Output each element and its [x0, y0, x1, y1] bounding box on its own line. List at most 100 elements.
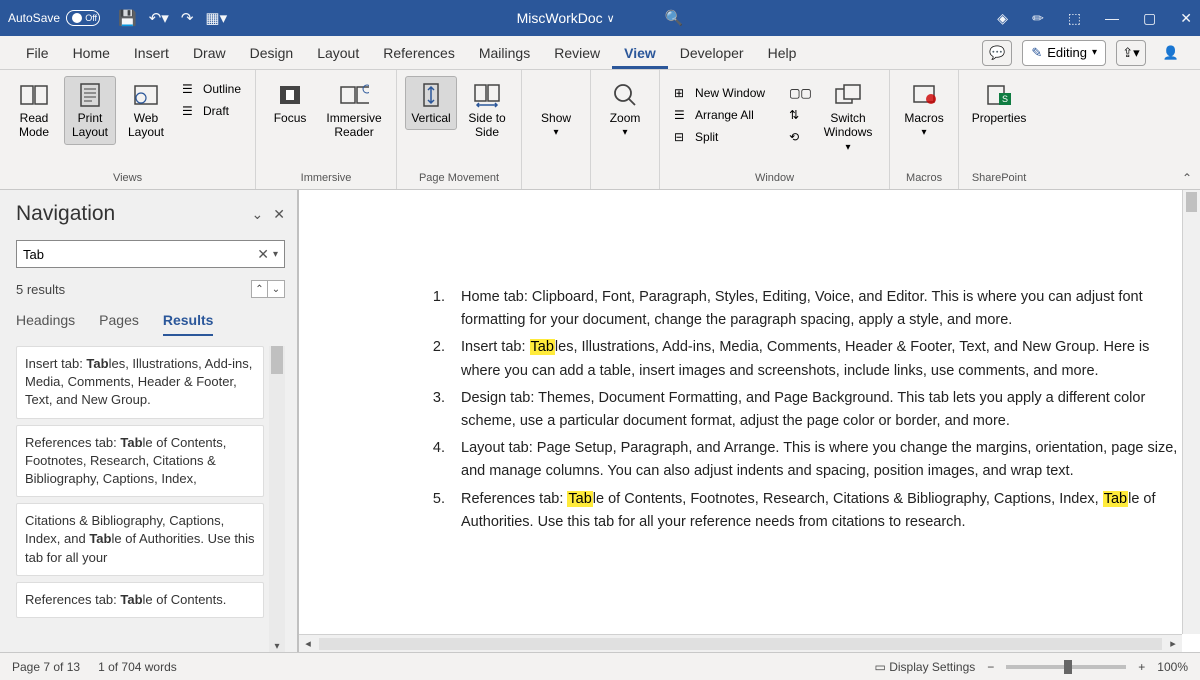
clear-search-icon[interactable]: ✕ [253, 246, 273, 263]
zoom-button[interactable]: Zoom▾ [599, 76, 651, 144]
book-icon [19, 81, 49, 109]
horizontal-scrollbar[interactable]: ◂▸ [299, 634, 1182, 652]
list-item[interactable]: Insert tab: Tables, Illustrations, Add-i… [16, 346, 264, 419]
macros-icon [909, 81, 939, 109]
document-title[interactable]: MiscWorkDoc ∨ [517, 10, 615, 26]
maximize-icon[interactable]: ▢ [1143, 10, 1156, 27]
save-icon[interactable]: 💾 [118, 9, 137, 27]
group-zoom: Zoom▾ [591, 70, 660, 189]
nav-title: Navigation⌄✕ [16, 202, 285, 226]
draft-button[interactable]: ☰Draft [178, 102, 245, 120]
word-count[interactable]: 1 of 704 words [98, 660, 177, 674]
tab-file[interactable]: File [14, 36, 61, 69]
show-button[interactable]: Show▾ [530, 76, 582, 144]
page-icon [75, 81, 105, 109]
tab-view[interactable]: View [612, 36, 668, 69]
diamond-icon[interactable]: ◈ [997, 10, 1008, 27]
display-settings-button[interactable]: ▭ Display Settings [875, 660, 976, 674]
close-icon[interactable]: ✕ [1180, 10, 1192, 27]
redo-icon[interactable]: ↷ [181, 9, 194, 27]
group-immersive: Focus Immersive Reader Immersive [256, 70, 397, 189]
nav-scrollbar[interactable]: ▴▾ [269, 346, 285, 652]
split-icon: ⊟ [674, 130, 690, 144]
zoom-level[interactable]: 100% [1157, 660, 1188, 674]
group-window: ⊞New Window ☰Arrange All ⊟Split ▢▢ ⇅ ⟲ S… [660, 70, 890, 189]
table-icon[interactable]: ▦▾ [205, 9, 227, 27]
list-item[interactable]: Citations & Bibliography, Captions, Inde… [16, 503, 264, 576]
next-result-icon[interactable]: ⌄ [268, 281, 284, 297]
vertical-icon [416, 81, 446, 109]
nav-tab-results[interactable]: Results [163, 312, 214, 336]
page-status[interactable]: Page 7 of 13 [12, 660, 80, 674]
tab-references[interactable]: References [371, 36, 467, 69]
comments-button[interactable]: 💬 [982, 40, 1012, 66]
ribbon-tabs: File Home Insert Draw Design Layout Refe… [0, 36, 1200, 70]
tab-draw[interactable]: Draw [181, 36, 238, 69]
nav-close-icon[interactable]: ✕ [273, 206, 285, 223]
document-area: Home tab: Clipboard, Font, Paragraph, St… [298, 190, 1200, 652]
nav-dropdown-icon[interactable]: ⌄ [252, 206, 264, 223]
editing-mode-button[interactable]: ✎Editing▾ [1022, 40, 1106, 66]
tab-layout[interactable]: Layout [305, 36, 371, 69]
focus-button[interactable]: Focus [264, 76, 316, 130]
collapse-ribbon-icon[interactable]: ⌃ [1182, 171, 1192, 185]
account-icon[interactable]: 👤 [1156, 40, 1186, 66]
minimize-icon[interactable]: — [1105, 10, 1119, 26]
tab-mailings[interactable]: Mailings [467, 36, 542, 69]
magnifier-icon [610, 81, 640, 109]
search-options-icon[interactable]: ▾ [273, 249, 278, 260]
list-item[interactable]: References tab: Table of Contents. [16, 582, 264, 618]
result-nav-arrows[interactable]: ⌃⌄ [251, 280, 285, 298]
prev-result-icon[interactable]: ⌃ [252, 281, 268, 297]
sync-scroll-button[interactable]: ⇅ [785, 106, 809, 124]
tab-insert[interactable]: Insert [122, 36, 181, 69]
list-item[interactable]: References tab: Table of Contents, Footn… [16, 425, 264, 498]
immersive-reader-button[interactable]: Immersive Reader [320, 76, 388, 145]
nav-tab-pages[interactable]: Pages [99, 312, 139, 336]
web-layout-button[interactable]: Web Layout [120, 76, 172, 145]
document-body[interactable]: Home tab: Clipboard, Font, Paragraph, St… [317, 190, 1178, 630]
side-to-side-button[interactable]: Side to Side [461, 76, 513, 145]
outline-icon: ☰ [182, 82, 198, 96]
sharepoint-icon: S [984, 81, 1014, 109]
list-item: References tab: Table of Contents, Footn… [449, 488, 1178, 534]
switch-windows-button[interactable]: Switch Windows▾ [815, 76, 881, 159]
arrange-all-button[interactable]: ☰Arrange All [670, 106, 769, 124]
list-item: Insert tab: Tables, Illustrations, Add-i… [449, 336, 1178, 382]
focus-icon [275, 81, 305, 109]
undo-icon[interactable]: ↶▾ [149, 9, 169, 27]
nav-search-input[interactable]: ✕ ▾ [16, 240, 285, 268]
zoom-in-icon[interactable]: + [1138, 660, 1145, 674]
macros-button[interactable]: Macros▾ [898, 76, 950, 144]
properties-button[interactable]: SProperties [967, 76, 1031, 130]
print-layout-button[interactable]: Print Layout [64, 76, 116, 145]
ribbon: Read Mode Print Layout Web Layout ☰Outli… [0, 70, 1200, 190]
share-button[interactable]: ⇪▾ [1116, 40, 1146, 66]
new-window-button[interactable]: ⊞New Window [670, 84, 769, 102]
vertical-scrollbar[interactable] [1182, 190, 1200, 634]
reset-window-button[interactable]: ⟲ [785, 128, 809, 146]
tab-help[interactable]: Help [756, 36, 809, 69]
view-side-button[interactable]: ▢▢ [785, 84, 809, 102]
new-window-icon: ⊞ [674, 86, 690, 100]
draft-icon: ☰ [182, 104, 198, 118]
zoom-slider[interactable] [1006, 665, 1126, 669]
outline-button[interactable]: ☰Outline [178, 80, 245, 98]
restore-icon[interactable]: ⬚ [1068, 10, 1081, 27]
tab-home[interactable]: Home [61, 36, 122, 69]
autosave-toggle[interactable]: AutoSave Off [8, 10, 100, 26]
group-page-movement: Vertical Side to Side Page Movement [397, 70, 522, 189]
tab-design[interactable]: Design [238, 36, 306, 69]
group-macros: Macros▾ Macros [890, 70, 959, 189]
zoom-out-icon[interactable]: − [987, 660, 994, 674]
search-icon[interactable]: 🔍 [665, 9, 684, 27]
tab-developer[interactable]: Developer [668, 36, 756, 69]
split-button[interactable]: ⊟Split [670, 128, 769, 146]
nav-tab-headings[interactable]: Headings [16, 312, 75, 336]
vertical-button[interactable]: Vertical [405, 76, 457, 130]
svg-text:S: S [1002, 94, 1008, 104]
arrange-icon: ☰ [674, 108, 690, 122]
read-mode-button[interactable]: Read Mode [8, 76, 60, 145]
wand-icon[interactable]: ✏ [1032, 10, 1044, 27]
tab-review[interactable]: Review [542, 36, 612, 69]
